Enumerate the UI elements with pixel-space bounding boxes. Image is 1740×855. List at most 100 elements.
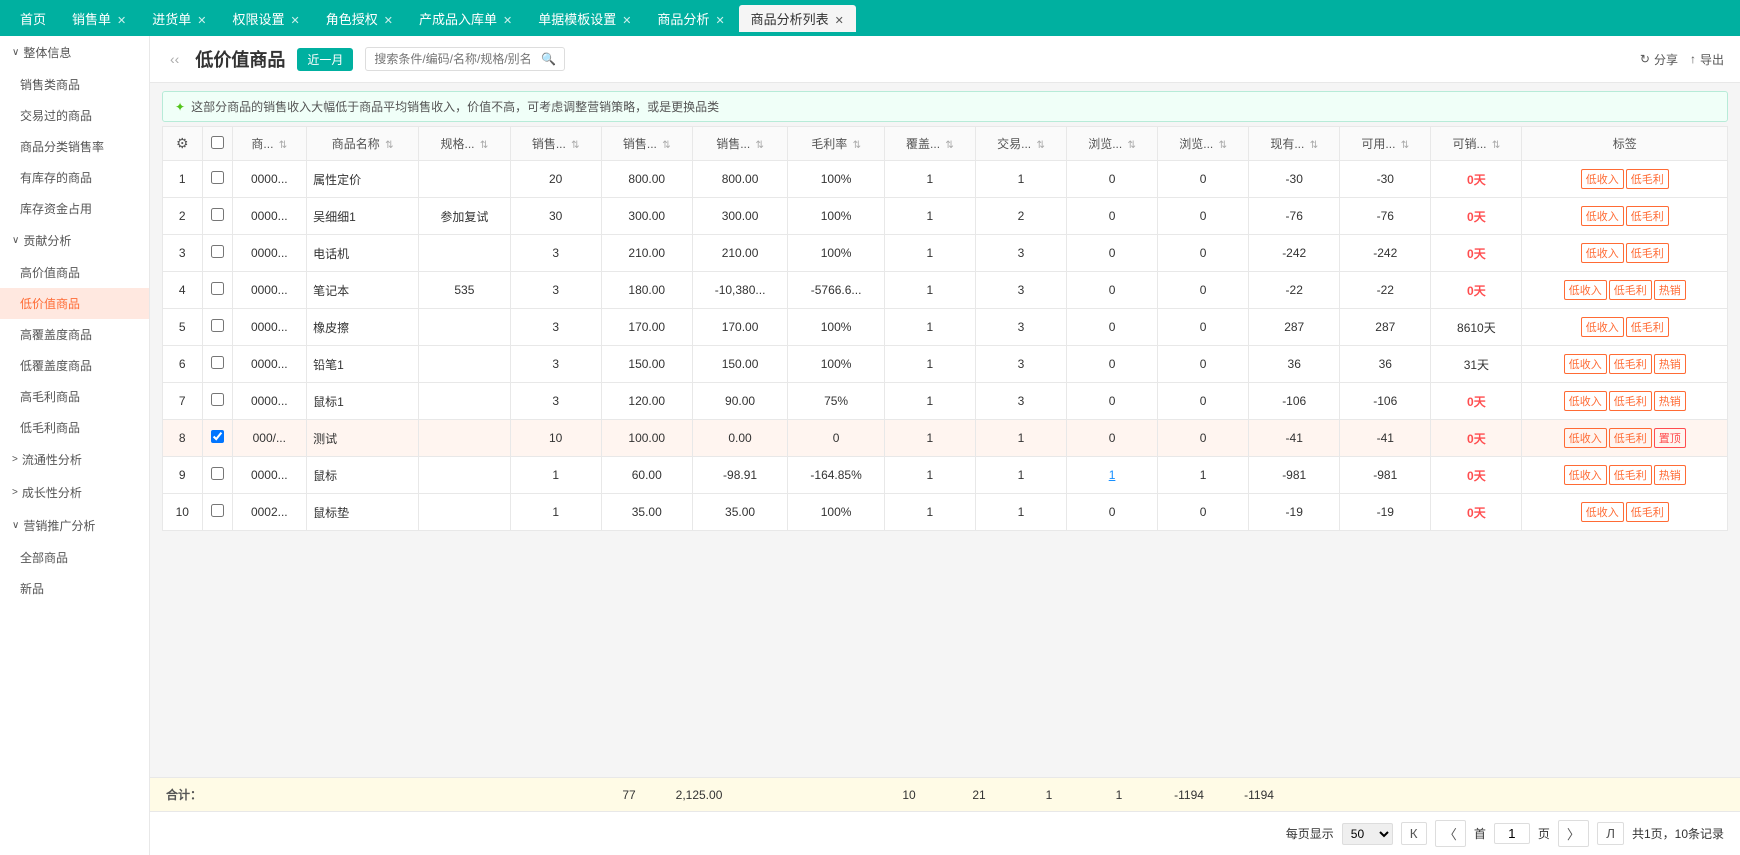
- row-available: 36: [1340, 346, 1431, 383]
- row-checkbox-cell[interactable]: [202, 235, 232, 272]
- row-checkbox-cell[interactable]: [202, 198, 232, 235]
- row-gross-margin: 75%: [788, 383, 885, 420]
- page-header: ‹‹ 低价值商品 近一月 🔍 ↻ 分享 ↑ 导出: [150, 36, 1740, 83]
- sidebar-item-全部商品[interactable]: 全部商品: [0, 542, 149, 573]
- col-sale-amount-header: 销售... ⇅: [692, 127, 788, 161]
- sidebar-item-商品分类销售率[interactable]: 商品分类销售率: [0, 131, 149, 162]
- collapse-sidebar-button[interactable]: ‹‹: [166, 51, 183, 67]
- nav-close-icon[interactable]: ✕: [503, 15, 512, 27]
- sidebar-section-1[interactable]: ∨ 贡献分析: [0, 224, 149, 257]
- row-checkbox[interactable]: [211, 467, 224, 480]
- sidebar-item-低价值商品[interactable]: 低价值商品: [0, 288, 149, 319]
- row-checkbox-cell[interactable]: [202, 309, 232, 346]
- nav-item-首页[interactable]: 首页: [8, 5, 58, 32]
- row-checkbox-cell[interactable]: [202, 383, 232, 420]
- row-available: -981: [1340, 457, 1431, 494]
- sidebar-item-新品[interactable]: 新品: [0, 573, 149, 604]
- row-checkbox[interactable]: [211, 319, 224, 332]
- sidebar-section-0[interactable]: ∨ 整体信息: [0, 36, 149, 69]
- col-sale-qty-header: 销售... ⇅: [510, 127, 601, 161]
- row-spec: [419, 457, 511, 494]
- row-checkbox[interactable]: [211, 208, 224, 221]
- row-trade: 3: [975, 235, 1066, 272]
- row-checkbox[interactable]: [211, 171, 224, 184]
- row-checkbox[interactable]: [211, 393, 224, 406]
- select-all-checkbox[interactable]: [211, 136, 224, 149]
- nav-item-角色授权[interactable]: 角色授权✕: [314, 5, 405, 32]
- row-current: -30: [1249, 161, 1340, 198]
- sidebar-item-高毛利商品[interactable]: 高毛利商品: [0, 381, 149, 412]
- row-checkbox[interactable]: [211, 504, 224, 517]
- footer-col-0: [214, 788, 284, 802]
- nav-close-icon[interactable]: ✕: [291, 15, 300, 27]
- page-size-select[interactable]: 50 100 200: [1342, 823, 1393, 845]
- tag-低毛利: 低毛利: [1626, 317, 1669, 337]
- nav-item-商品分析列表[interactable]: 商品分析列表✕: [739, 5, 856, 32]
- sidebar-item-高价值商品[interactable]: 高价值商品: [0, 257, 149, 288]
- next-page-button[interactable]: 〉: [1558, 820, 1589, 847]
- nav-item-单据模板设置[interactable]: 单据模板设置✕: [526, 5, 643, 32]
- prev-page-button[interactable]: 〈: [1435, 820, 1466, 847]
- nav-close-icon[interactable]: ✕: [622, 15, 631, 27]
- row-checkbox[interactable]: [211, 356, 224, 369]
- footer-col-12: 1: [1084, 788, 1154, 802]
- row-current: -242: [1249, 235, 1340, 272]
- sidebar-section-2[interactable]: > 流通性分析: [0, 443, 149, 476]
- search-input[interactable]: [365, 47, 565, 71]
- row-view1: 0: [1067, 309, 1158, 346]
- sidebar-item-低覆盖度商品[interactable]: 低覆盖度商品: [0, 350, 149, 381]
- export-button[interactable]: ↑ 导出: [1690, 51, 1724, 68]
- sidebar-item-低毛利商品[interactable]: 低毛利商品: [0, 412, 149, 443]
- nav-item-商品分析[interactable]: 商品分析✕: [645, 5, 736, 32]
- row-gross-margin: 100%: [788, 198, 885, 235]
- sidebar-item-有库存的商品[interactable]: 有库存的商品: [0, 162, 149, 193]
- row-checkbox-cell[interactable]: [202, 457, 232, 494]
- nav-item-进货单[interactable]: 进货单✕: [140, 5, 218, 32]
- filter-button[interactable]: 近一月: [297, 48, 353, 71]
- row-checkbox-cell[interactable]: [202, 494, 232, 531]
- row-code: 0000...: [232, 198, 307, 235]
- checkbox-header[interactable]: [202, 127, 232, 161]
- page-number-input[interactable]: [1494, 823, 1530, 844]
- last-page-button[interactable]: Л: [1597, 822, 1624, 845]
- nav-close-icon[interactable]: ✕: [384, 15, 393, 27]
- nav-item-销售单[interactable]: 销售单✕: [60, 5, 138, 32]
- row-spec: [419, 494, 511, 531]
- row-spec: [419, 161, 511, 198]
- gear-header[interactable]: ⚙: [163, 127, 203, 161]
- row-checkbox[interactable]: [211, 245, 224, 258]
- days-badge: 0天: [1467, 506, 1486, 520]
- row-view1: 0: [1067, 346, 1158, 383]
- row-coverage: 1: [884, 309, 975, 346]
- row-sale-amount: 150.00: [692, 346, 788, 383]
- row-trade: 1: [975, 420, 1066, 457]
- sidebar-item-高覆盖度商品[interactable]: 高覆盖度商品: [0, 319, 149, 350]
- sidebar-section-4[interactable]: ∨ 营销推广分析: [0, 509, 149, 542]
- tag-低毛利: 低毛利: [1609, 428, 1652, 448]
- row-checkbox-cell[interactable]: [202, 346, 232, 383]
- nav-item-产成品入库单[interactable]: 产成品入库单✕: [407, 5, 524, 32]
- row-spec: 535: [419, 272, 511, 309]
- nav-close-icon[interactable]: ✕: [197, 15, 206, 27]
- row-checkbox-cell[interactable]: [202, 420, 232, 457]
- share-button[interactable]: ↻ 分享: [1640, 51, 1678, 68]
- first-page-button[interactable]: К: [1401, 822, 1427, 845]
- row-checkbox[interactable]: [211, 430, 224, 443]
- row-checkbox-cell[interactable]: [202, 272, 232, 309]
- sidebar-item-库存资金占用[interactable]: 库存资金占用: [0, 193, 149, 224]
- row-checkbox-cell[interactable]: [202, 161, 232, 198]
- sidebar-item-销售类商品[interactable]: 销售类商品: [0, 69, 149, 100]
- nav-item-权限设置[interactable]: 权限设置✕: [220, 5, 311, 32]
- row-name: 鼠标1: [307, 383, 419, 420]
- nav-close-icon[interactable]: ✕: [835, 15, 844, 27]
- table-row: 9 0000... 鼠标 1 60.00 -98.91 -164.85% 1 1…: [163, 457, 1728, 494]
- sidebar-item-交易过的商品[interactable]: 交易过的商品: [0, 100, 149, 131]
- settings-icon[interactable]: ⚙: [176, 135, 189, 151]
- nav-close-icon[interactable]: ✕: [117, 15, 126, 27]
- tag-低收入: 低收入: [1581, 206, 1624, 226]
- row-view2: 0: [1158, 161, 1249, 198]
- nav-close-icon[interactable]: ✕: [715, 15, 724, 27]
- sidebar-section-3[interactable]: > 成长性分析: [0, 476, 149, 509]
- view1-value[interactable]: 1: [1109, 468, 1116, 482]
- row-checkbox[interactable]: [211, 282, 224, 295]
